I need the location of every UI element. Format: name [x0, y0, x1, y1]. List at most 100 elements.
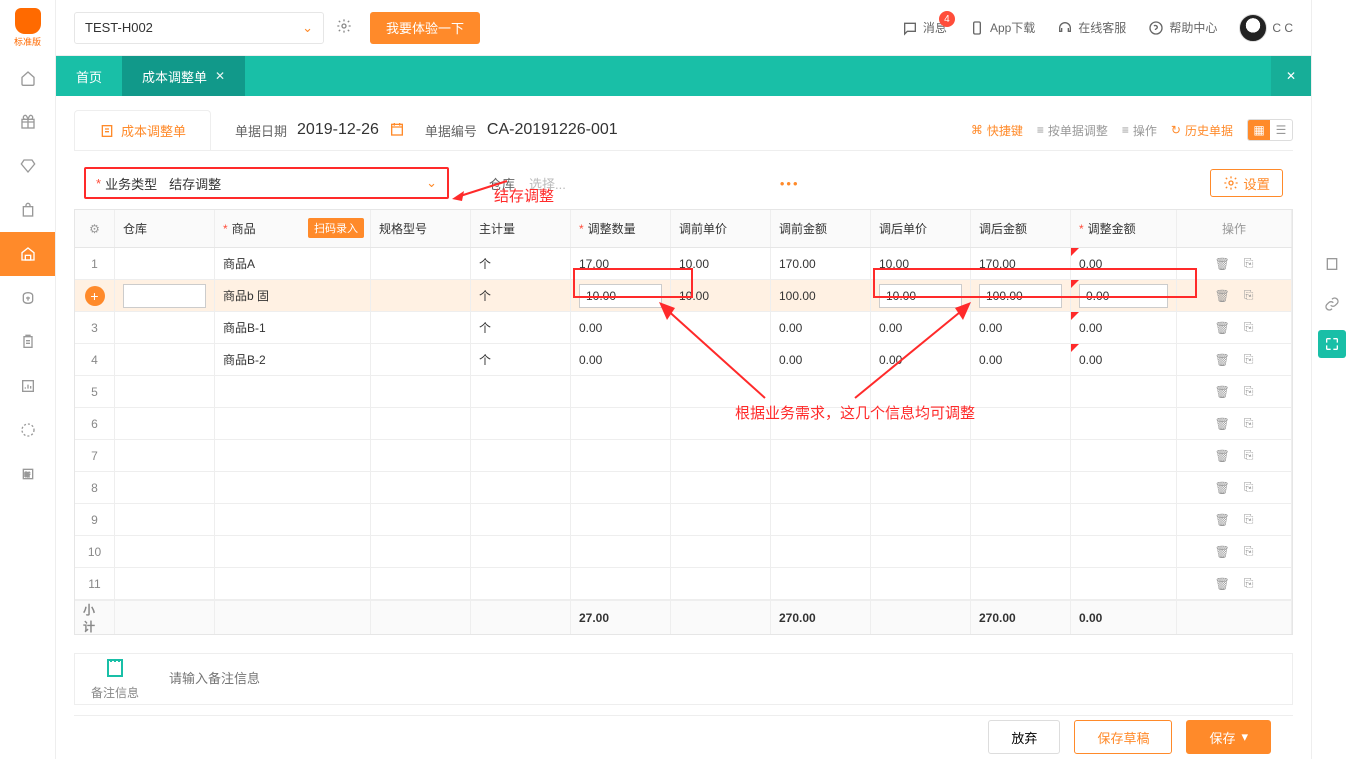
- cell-spec[interactable]: [371, 504, 471, 535]
- help-button[interactable]: 帮助中心: [1148, 19, 1217, 36]
- copy-icon[interactable]: ⎘: [1244, 544, 1254, 559]
- cell-warehouse[interactable]: [115, 376, 215, 407]
- cell-product[interactable]: 商品B-2: [215, 344, 371, 375]
- cell-warehouse[interactable]: [115, 312, 215, 343]
- gear-icon[interactable]: [336, 18, 352, 37]
- adj-input[interactable]: [1079, 284, 1168, 308]
- post-amt-input[interactable]: [979, 284, 1062, 308]
- op-link[interactable]: ≡ 操作: [1122, 122, 1157, 139]
- table-row[interactable]: 11🗑⎘: [75, 568, 1292, 600]
- link-panel-icon[interactable]: [1318, 290, 1346, 318]
- cell-spec[interactable]: [371, 280, 471, 311]
- cell-post-amt[interactable]: [971, 280, 1071, 311]
- tab-cost-adjust[interactable]: 成本调整单 ✕: [122, 56, 245, 96]
- cell-post-price[interactable]: [871, 536, 971, 567]
- doc-tab[interactable]: 成本调整单: [74, 110, 211, 150]
- note-panel-icon[interactable]: [1318, 250, 1346, 278]
- cell-post-amt[interactable]: [971, 376, 1071, 407]
- service-button[interactable]: 在线客服: [1057, 19, 1126, 36]
- expand-panel-icon[interactable]: [1318, 330, 1346, 358]
- cell-post-price[interactable]: 0.00: [871, 344, 971, 375]
- cell-spec[interactable]: [371, 408, 471, 439]
- add-row-icon[interactable]: +: [85, 286, 105, 306]
- cell-warehouse[interactable]: [115, 248, 215, 279]
- cell-spec[interactable]: [371, 312, 471, 343]
- cell-qty[interactable]: 0.00: [571, 344, 671, 375]
- bydoc-link[interactable]: ≡ 按单据调整: [1037, 122, 1108, 139]
- close-icon[interactable]: ✕: [215, 69, 225, 83]
- delete-icon[interactable]: 🗑: [1215, 417, 1230, 431]
- cell-spec[interactable]: [371, 248, 471, 279]
- try-button[interactable]: 我要体验一下: [370, 12, 480, 44]
- cell-post-amt[interactable]: 0.00: [971, 344, 1071, 375]
- table-row[interactable]: 4商品B-2个0.000.000.000.000.00🗑⎘: [75, 344, 1292, 376]
- cell-post-price[interactable]: [871, 504, 971, 535]
- cell-adj[interactable]: [1071, 440, 1177, 471]
- cell-product[interactable]: [215, 504, 371, 535]
- cell-product[interactable]: 商品b 固: [215, 280, 371, 311]
- copy-icon[interactable]: ⎘: [1244, 384, 1254, 399]
- warehouse-select[interactable]: 选择...: [529, 174, 566, 193]
- cell-warehouse[interactable]: [115, 344, 215, 375]
- cell-adj[interactable]: [1071, 504, 1177, 535]
- copy-icon[interactable]: ⎘: [1244, 288, 1254, 303]
- cell-post-price[interactable]: [871, 376, 971, 407]
- cell-spec[interactable]: [371, 440, 471, 471]
- list-view-icon[interactable]: ☰: [1270, 120, 1292, 140]
- date-value[interactable]: 2019-12-26: [297, 121, 379, 139]
- cell-qty[interactable]: [571, 504, 671, 535]
- cell-post-amt[interactable]: [971, 568, 1071, 599]
- nav-bag-icon[interactable]: [0, 188, 55, 232]
- delete-icon[interactable]: 🗑: [1215, 353, 1230, 367]
- cell-qty[interactable]: 17.00: [571, 248, 671, 279]
- cell-spec[interactable]: [371, 344, 471, 375]
- remark-input[interactable]: [155, 654, 1292, 704]
- nav-warehouse-icon[interactable]: [0, 232, 55, 276]
- nav-new-icon[interactable]: 新: [0, 452, 55, 496]
- cell-adj[interactable]: [1071, 472, 1177, 503]
- table-row[interactable]: 1商品A个17.0010.00170.0010.00170.000.00🗑⎘: [75, 248, 1292, 280]
- cell-product[interactable]: [215, 472, 371, 503]
- save-draft-button[interactable]: 保存草稿: [1074, 720, 1172, 754]
- table-row[interactable]: 5🗑⎘: [75, 376, 1292, 408]
- table-row[interactable]: +商品b 固个10.00100.00🗑⎘: [75, 280, 1292, 312]
- msg-button[interactable]: 消息 4: [902, 19, 947, 36]
- cell-qty[interactable]: [571, 472, 671, 503]
- cell-warehouse[interactable]: [115, 568, 215, 599]
- cell-post-price[interactable]: [871, 408, 971, 439]
- post-price-input[interactable]: [879, 284, 962, 308]
- cell-qty[interactable]: [571, 408, 671, 439]
- grid-view-icon[interactable]: ▦: [1248, 120, 1270, 140]
- cell-warehouse[interactable]: [115, 440, 215, 471]
- more-icon[interactable]: •••: [780, 176, 800, 191]
- cell-post-price[interactable]: 0.00: [871, 312, 971, 343]
- cell-adj[interactable]: [1071, 280, 1177, 311]
- cell-post-amt[interactable]: [971, 504, 1071, 535]
- delete-icon[interactable]: 🗑: [1215, 545, 1230, 559]
- delete-icon[interactable]: 🗑: [1215, 513, 1230, 527]
- save-button[interactable]: 保存 ▾: [1186, 720, 1271, 754]
- table-row[interactable]: 7🗑⎘: [75, 440, 1292, 472]
- cell-adj[interactable]: 0.00: [1071, 312, 1177, 343]
- cell-post-amt[interactable]: [971, 408, 1071, 439]
- table-row[interactable]: 3商品B-1个0.000.000.000.000.00🗑⎘: [75, 312, 1292, 344]
- copy-icon[interactable]: ⎘: [1244, 576, 1254, 591]
- copy-icon[interactable]: ⎘: [1244, 480, 1254, 495]
- copy-icon[interactable]: ⎘: [1244, 352, 1254, 367]
- cell-product[interactable]: [215, 568, 371, 599]
- tab-home[interactable]: 首页: [56, 56, 122, 96]
- cell-warehouse[interactable]: [115, 472, 215, 503]
- qty-input[interactable]: [579, 284, 662, 308]
- cell-adj[interactable]: 0.00: [1071, 248, 1177, 279]
- copy-icon[interactable]: ⎘: [1244, 448, 1254, 463]
- cell-post-price[interactable]: 10.00: [871, 248, 971, 279]
- cell-product[interactable]: 商品A: [215, 248, 371, 279]
- cell-spec[interactable]: [371, 536, 471, 567]
- copy-icon[interactable]: ⎘: [1244, 512, 1254, 527]
- cell-qty[interactable]: [571, 376, 671, 407]
- cell-spec[interactable]: [371, 568, 471, 599]
- cell-warehouse[interactable]: [115, 408, 215, 439]
- cell-post-amt[interactable]: 170.00: [971, 248, 1071, 279]
- history-link[interactable]: ↻ 历史单据: [1171, 122, 1233, 139]
- table-row[interactable]: 6🗑⎘: [75, 408, 1292, 440]
